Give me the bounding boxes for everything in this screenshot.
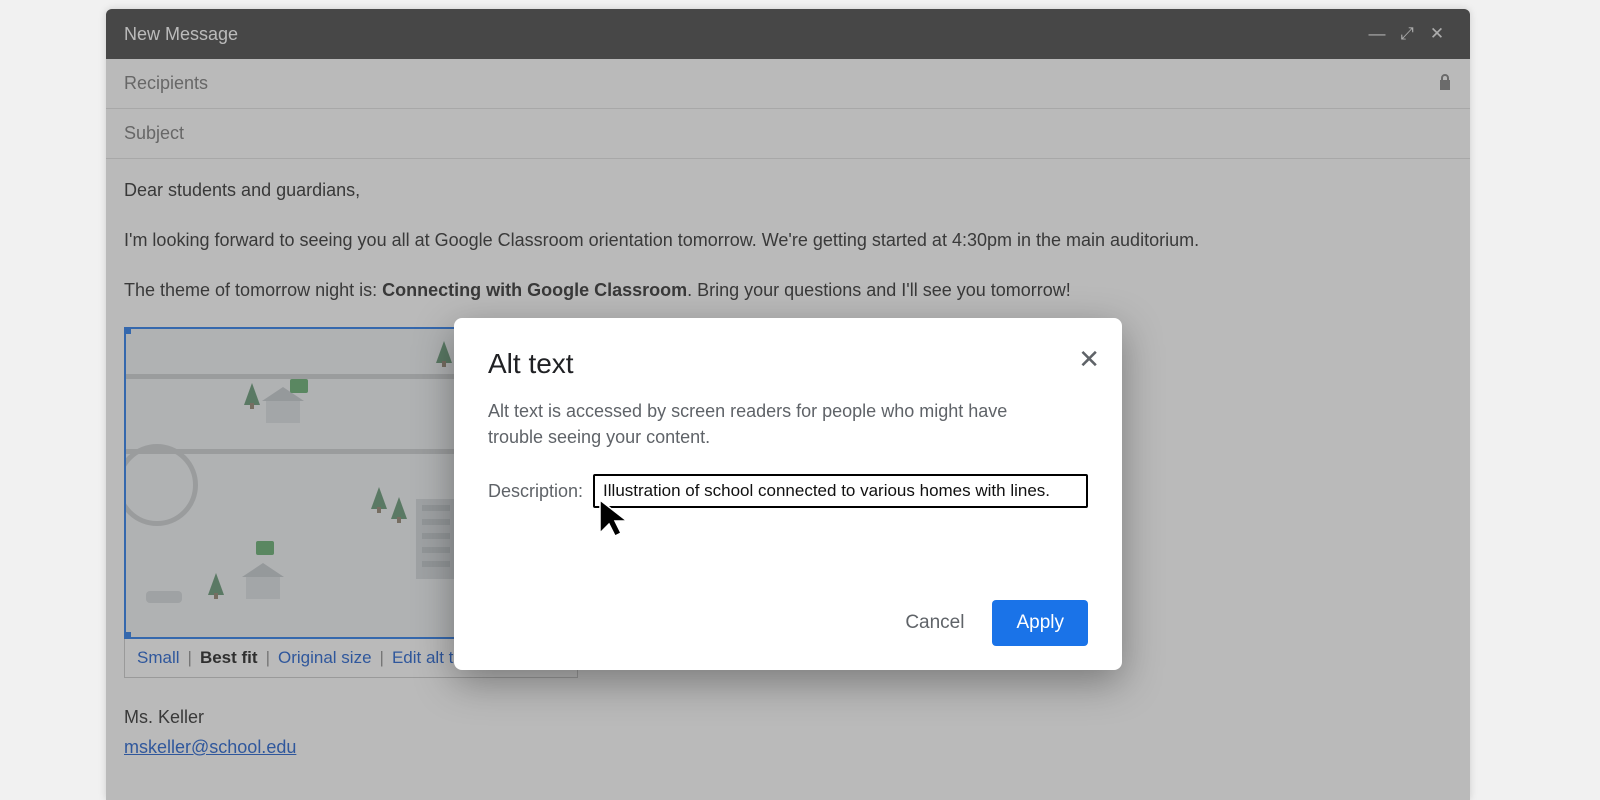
description-input[interactable] [593, 474, 1088, 508]
alt-text-dialog: Alt text ✕ Alt text is accessed by scree… [454, 318, 1122, 670]
dialog-help-text: Alt text is accessed by screen readers f… [488, 398, 1048, 450]
description-row: Description: [488, 474, 1088, 508]
dialog-close-icon[interactable]: ✕ [1078, 344, 1100, 375]
dialog-title: Alt text [488, 348, 1088, 380]
cancel-button[interactable]: Cancel [905, 612, 964, 634]
apply-button[interactable]: Apply [992, 600, 1088, 646]
description-label: Description: [488, 481, 583, 502]
dialog-actions: Cancel Apply [488, 600, 1088, 646]
